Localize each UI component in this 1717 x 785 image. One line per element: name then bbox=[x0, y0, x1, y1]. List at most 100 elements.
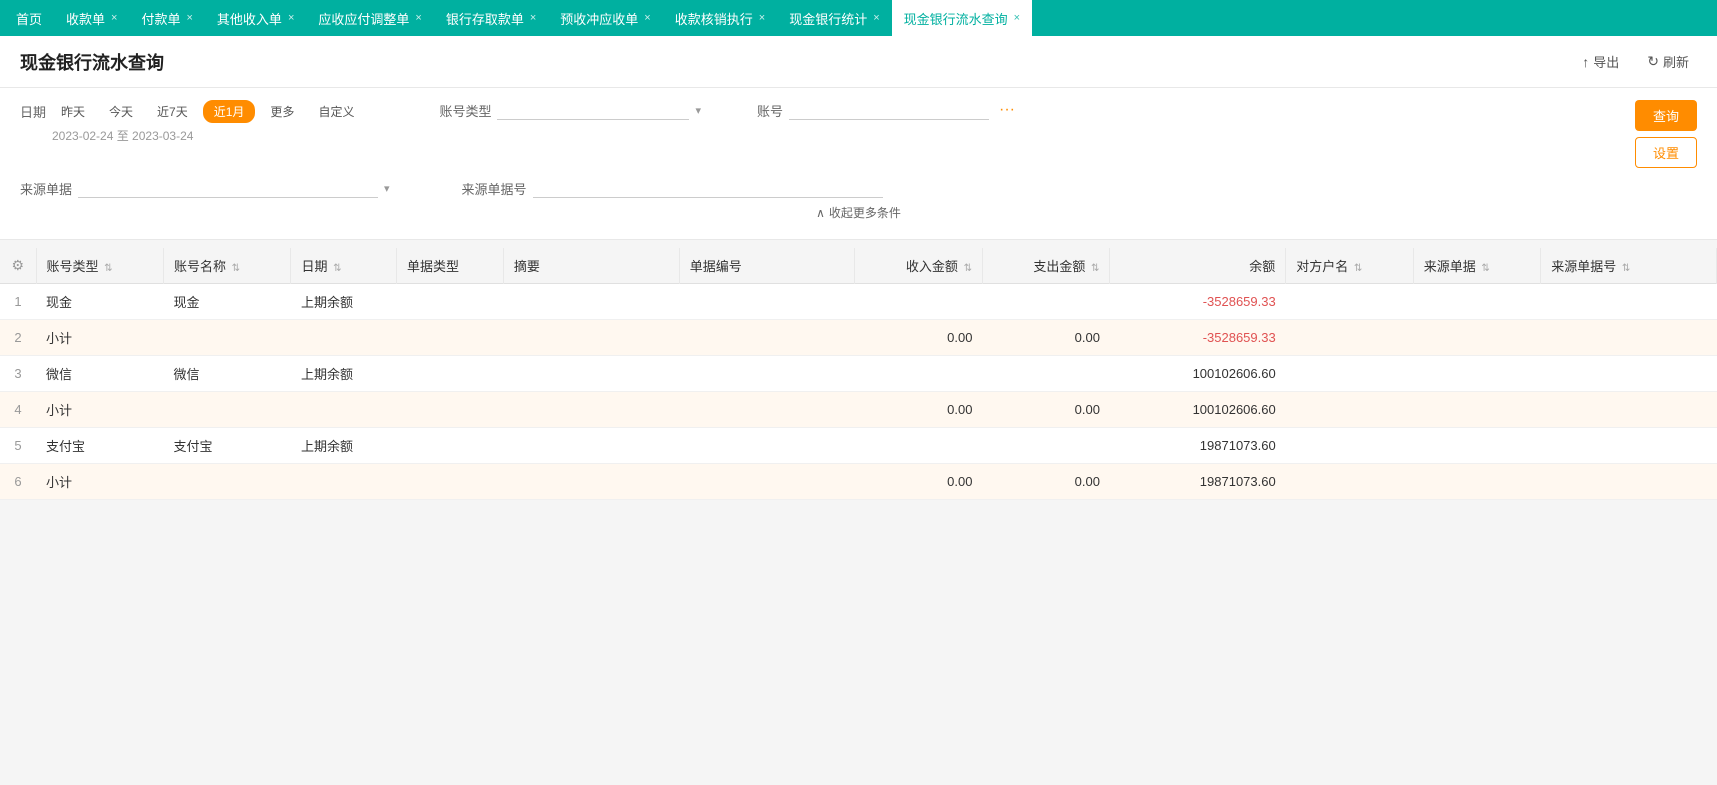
close-tab-0-icon[interactable]: × bbox=[111, 12, 117, 24]
row-date bbox=[291, 392, 396, 428]
row-doc-no bbox=[679, 392, 855, 428]
table-row: 1 现金 现金 上期余额 -3528659.33 bbox=[0, 284, 1717, 320]
date-btn-7days[interactable]: 近7天 bbox=[148, 100, 197, 123]
nav-tab-3[interactable]: 应收应付调整单 × bbox=[306, 0, 433, 36]
sort-counterpart-icon[interactable]: ⇅ bbox=[1354, 263, 1362, 274]
date-label: 日期 bbox=[20, 102, 46, 121]
close-tab-3-icon[interactable]: × bbox=[415, 12, 421, 24]
row-doc-no bbox=[679, 428, 855, 464]
row-date: 上期余额 bbox=[291, 428, 396, 464]
nav-tab-1[interactable]: 付款单 × bbox=[129, 0, 204, 36]
collapse-icon: ∧ bbox=[816, 206, 825, 220]
close-tab-4-icon[interactable]: × bbox=[530, 12, 536, 24]
row-account-type: 小计 bbox=[36, 464, 163, 500]
sort-date-icon[interactable]: ⇅ bbox=[333, 263, 341, 274]
row-account-name bbox=[163, 320, 290, 356]
source-doc-no-input[interactable] bbox=[533, 178, 883, 198]
close-tab-1-icon[interactable]: × bbox=[186, 12, 192, 24]
nav-tab-6[interactable]: 收款核销执行 × bbox=[663, 0, 777, 36]
nav-tab-2[interactable]: 其他收入单 × bbox=[205, 0, 306, 36]
row-source-doc-no bbox=[1541, 464, 1717, 500]
date-btn-custom[interactable]: 自定义 bbox=[309, 100, 363, 123]
close-tab-2-icon[interactable]: × bbox=[288, 12, 294, 24]
row-date: 上期余额 bbox=[291, 356, 396, 392]
sort-account-name-icon[interactable]: ⇅ bbox=[232, 263, 240, 274]
date-range: 2023-02-24 至 2023-03-24 bbox=[52, 129, 193, 143]
source-doc-dropdown-icon[interactable]: ▾ bbox=[384, 182, 390, 195]
row-expense bbox=[982, 428, 1109, 464]
source-doc-input[interactable] bbox=[78, 178, 378, 198]
collapse-bar[interactable]: ∧ 收起更多条件 bbox=[20, 198, 1697, 227]
nav-tab-8[interactable]: 现金银行流水查询 × bbox=[892, 0, 1032, 36]
close-tab-8-icon[interactable]: × bbox=[1014, 12, 1020, 24]
date-btn-yesterday[interactable]: 昨天 bbox=[52, 100, 94, 123]
table-row: 2 小计 0.00 0.00 -3528659.33 bbox=[0, 320, 1717, 356]
row-balance: -3528659.33 bbox=[1110, 320, 1286, 356]
row-source-doc bbox=[1413, 428, 1540, 464]
row-source-doc-no bbox=[1541, 356, 1717, 392]
sort-source-doc-icon[interactable]: ⇅ bbox=[1481, 263, 1489, 274]
table-row: 5 支付宝 支付宝 上期余额 19871073.60 bbox=[0, 428, 1717, 464]
date-btn-more[interactable]: 更多 bbox=[261, 100, 303, 123]
row-balance: 100102606.60 bbox=[1110, 392, 1286, 428]
refresh-icon: ↻ bbox=[1647, 53, 1659, 70]
row-summary bbox=[503, 464, 679, 500]
row-summary bbox=[503, 320, 679, 356]
row-account-name: 微信 bbox=[163, 356, 290, 392]
row-source-doc bbox=[1413, 392, 1540, 428]
close-tab-6-icon[interactable]: × bbox=[759, 12, 765, 24]
date-buttons: 昨天 今天 近7天 近1月 更多 自定义 bbox=[52, 100, 363, 123]
col-source-doc-no: 来源单据号 ⇅ bbox=[1541, 248, 1717, 284]
row-expense: 0.00 bbox=[982, 392, 1109, 428]
account-type-dropdown-icon[interactable]: ▾ bbox=[695, 104, 701, 117]
nav-tab-4[interactable]: 银行存取款单 × bbox=[434, 0, 548, 36]
source-doc-no-label: 来源单据号 bbox=[462, 179, 527, 198]
close-tab-7-icon[interactable]: × bbox=[873, 12, 879, 24]
col-settings: ⚙ bbox=[0, 248, 36, 284]
row-doc-type bbox=[396, 464, 503, 500]
refresh-button[interactable]: ↻ 刷新 bbox=[1639, 48, 1697, 75]
export-icon: ↑ bbox=[1582, 54, 1589, 70]
col-doc-type: 单据类型 bbox=[396, 248, 503, 284]
date-btn-today[interactable]: 今天 bbox=[100, 100, 142, 123]
nav-tab-7[interactable]: 现金银行统计 × bbox=[777, 0, 891, 36]
row-source-doc bbox=[1413, 284, 1540, 320]
close-tab-5-icon[interactable]: × bbox=[644, 12, 650, 24]
sort-expense-icon[interactable]: ⇅ bbox=[1091, 263, 1099, 274]
date-btn-1month[interactable]: 近1月 bbox=[203, 100, 256, 123]
sort-account-type-icon[interactable]: ⇅ bbox=[104, 263, 112, 274]
row-num: 5 bbox=[0, 428, 36, 464]
row-income bbox=[855, 356, 982, 392]
account-dots-button[interactable]: ··· bbox=[995, 101, 1019, 119]
page-header: 现金银行流水查询 ↑ 导出 ↻ 刷新 bbox=[0, 36, 1717, 88]
row-counterpart bbox=[1286, 284, 1413, 320]
row-account-type: 小计 bbox=[36, 320, 163, 356]
export-button[interactable]: ↑ 导出 bbox=[1574, 48, 1627, 75]
table-row: 6 小计 0.00 0.00 19871073.60 bbox=[0, 464, 1717, 500]
row-doc-type bbox=[396, 320, 503, 356]
page-title: 现金银行流水查询 bbox=[20, 49, 164, 75]
gear-icon[interactable]: ⚙ bbox=[11, 257, 24, 273]
nav-home[interactable]: 首页 bbox=[4, 0, 54, 36]
row-summary bbox=[503, 392, 679, 428]
row-source-doc-no bbox=[1541, 320, 1717, 356]
nav-tab-0[interactable]: 收款单 × bbox=[54, 0, 129, 36]
action-buttons: 查询 设置 bbox=[1635, 100, 1697, 168]
row-expense bbox=[982, 284, 1109, 320]
sort-income-icon[interactable]: ⇅ bbox=[964, 263, 972, 274]
row-balance: 19871073.60 bbox=[1110, 464, 1286, 500]
row-date bbox=[291, 320, 396, 356]
col-source-doc: 来源单据 ⇅ bbox=[1413, 248, 1540, 284]
row-account-name: 支付宝 bbox=[163, 428, 290, 464]
row-doc-type bbox=[396, 284, 503, 320]
nav-tab-5[interactable]: 预收冲应收单 × bbox=[548, 0, 662, 36]
query-button[interactable]: 查询 bbox=[1635, 100, 1697, 131]
row-counterpart bbox=[1286, 356, 1413, 392]
row-num: 4 bbox=[0, 392, 36, 428]
sort-source-doc-no-icon[interactable]: ⇅ bbox=[1622, 263, 1630, 274]
account-type-input[interactable] bbox=[497, 100, 689, 120]
row-date bbox=[291, 464, 396, 500]
row-expense: 0.00 bbox=[982, 320, 1109, 356]
settings-button[interactable]: 设置 bbox=[1635, 137, 1697, 168]
account-input[interactable] bbox=[789, 100, 989, 120]
